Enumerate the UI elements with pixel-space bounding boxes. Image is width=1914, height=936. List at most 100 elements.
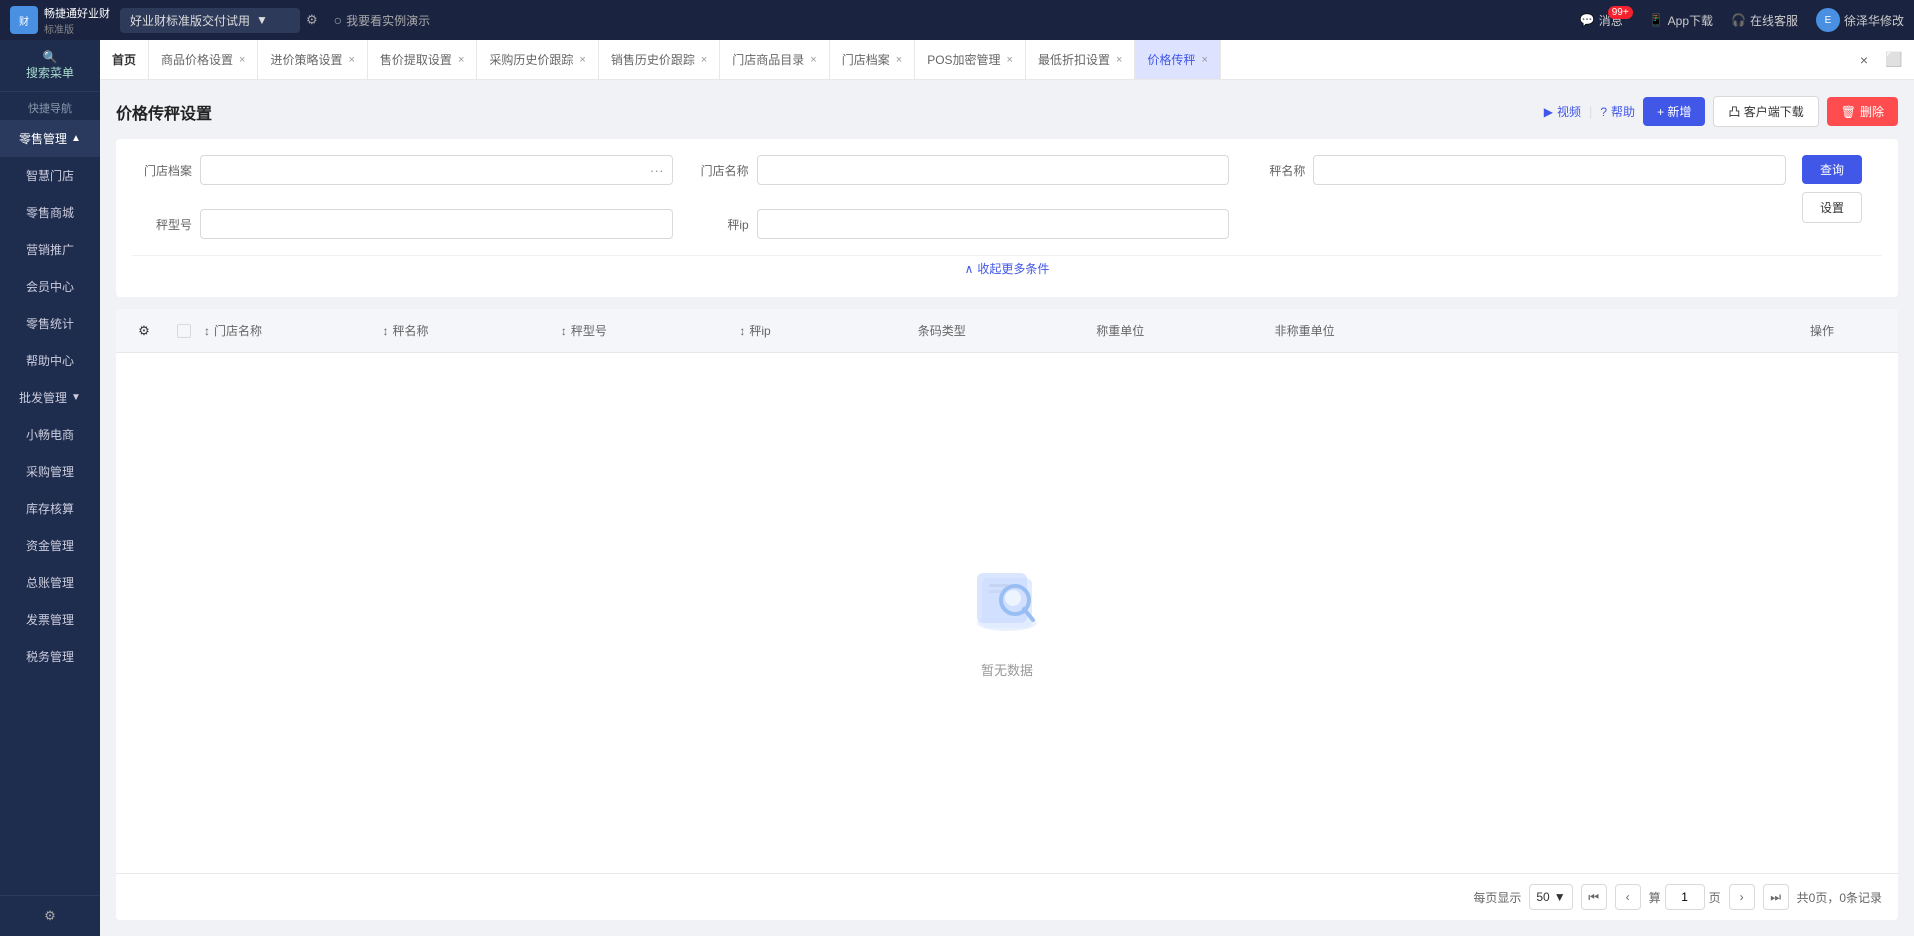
tab-home[interactable]: 首页	[100, 40, 149, 80]
sidebar-item-invoice[interactable]: 发票管理	[0, 601, 100, 638]
tab-price-scale[interactable]: 价格传秤 ×	[1135, 40, 1220, 80]
chevron-down-icon: ▼	[256, 13, 268, 27]
ellipsis-icon[interactable]: ···	[650, 162, 664, 178]
chevron-up-icon: ∧	[965, 262, 974, 276]
col-header-scale-model: ↕ 秤型号	[561, 322, 739, 339]
tab-close-price-scale[interactable]: ×	[1201, 54, 1207, 66]
page-size-select[interactable]: 50 ▼	[1529, 884, 1572, 910]
page-first-btn[interactable]: ⏮	[1581, 884, 1607, 910]
scale-model-label: 秤型号	[132, 216, 192, 233]
sidebar-item-smart-store[interactable]: 智慧门店	[0, 157, 100, 194]
tab-pos-mgmt[interactable]: POS加密管理 ×	[915, 40, 1026, 80]
page-label: 算	[1649, 889, 1661, 906]
video-link[interactable]: ▶ 视频	[1544, 103, 1581, 120]
tab-close-product-price[interactable]: ×	[239, 54, 245, 66]
tab-close-sale-price[interactable]: ×	[458, 54, 464, 66]
user-menu[interactable]: E 徐泽华修改	[1816, 8, 1904, 32]
delete-icon: 🗑	[1841, 105, 1856, 119]
col-header-non-weight-unit: 非称重单位	[1275, 322, 1810, 339]
scale-ip-input[interactable]	[757, 209, 1230, 239]
sidebar-item-marketing[interactable]: 营销推广	[0, 231, 100, 268]
data-table: ⚙ ↕ 门店名称 ↕ 秤名称 ↕	[116, 309, 1898, 920]
sidebar-item-xiao-chang[interactable]: 小畅电商	[0, 416, 100, 453]
tab-bar: 首页 商品价格设置 × 进价策略设置 × 售价提取设置 × 采购历史价跟踪 ×	[100, 40, 1914, 80]
sidebar-item-retail-mgmt[interactable]: 零售管理 ▲	[0, 120, 100, 157]
sidebar-item-wholesale[interactable]: 批发管理 ▼	[0, 379, 100, 416]
col-header-barcode-type: 条码类型	[918, 322, 1096, 339]
col-header-store-name: ↕ 门店名称	[204, 322, 382, 339]
form-item-scale-ip: 秤ip	[689, 209, 1230, 239]
avatar: E	[1816, 8, 1840, 32]
settings-gear-icon[interactable]: ⚙	[306, 12, 318, 28]
tab-close-purchase-history[interactable]: ×	[579, 54, 585, 66]
search-form: 门店档案 ··· 门店名称	[116, 139, 1898, 297]
store-profile-select[interactable]: ···	[200, 155, 673, 185]
tab-store-catalog[interactable]: 门店商品目录 ×	[720, 40, 829, 80]
tab-close-min-discount[interactable]: ×	[1116, 54, 1122, 66]
sidebar-item-purchase[interactable]: 采购管理	[0, 453, 100, 490]
logo-icon: 财	[10, 6, 38, 34]
form-item-scale-model: 秤型号	[132, 209, 673, 239]
table-select-all[interactable]	[164, 324, 204, 338]
download-button[interactable]: 凸 客户端下载	[1713, 96, 1818, 127]
table-settings-btn[interactable]: ⚙	[124, 323, 164, 339]
help-link[interactable]: ? 帮助	[1600, 103, 1635, 120]
tab-close-purchase-strategy[interactable]: ×	[348, 54, 354, 66]
add-button[interactable]: + 新增	[1643, 97, 1705, 126]
sidebar-item-help[interactable]: 帮助中心	[0, 342, 100, 379]
page-size-label: 每页显示	[1473, 889, 1521, 906]
tab-store-profile[interactable]: 门店档案 ×	[830, 40, 915, 80]
online-service-btn[interactable]: 🎧 在线客服	[1731, 12, 1798, 29]
page-next-btn[interactable]: ›	[1729, 884, 1755, 910]
select-all-checkbox[interactable]	[177, 324, 191, 338]
col-header-weight-unit: 称重单位	[1096, 322, 1274, 339]
sidebar-item-member[interactable]: 会员中心	[0, 268, 100, 305]
setting-button[interactable]: 设置	[1802, 192, 1862, 223]
store-name-input[interactable]	[757, 155, 1230, 185]
scale-name-label: 秤名称	[1245, 162, 1305, 179]
close-tab-btn[interactable]: ×	[1852, 48, 1876, 72]
col-header-operation: 操作	[1810, 322, 1890, 339]
sidebar-settings-btn[interactable]: ⚙	[0, 895, 100, 936]
sidebar-item-ledger[interactable]: 总账管理	[0, 564, 100, 601]
tab-sale-history[interactable]: 销售历史价跟踪 ×	[599, 40, 720, 80]
sidebar-item-inventory[interactable]: 库存核算	[0, 490, 100, 527]
tab-close-pos-mgmt[interactable]: ×	[1007, 54, 1013, 66]
scale-model-input[interactable]	[200, 209, 673, 239]
messages-btn[interactable]: 💬 消息 99+	[1580, 12, 1623, 29]
tab-close-store-catalog[interactable]: ×	[810, 54, 816, 66]
sidebar-item-retail-mall[interactable]: 零售商城	[0, 194, 100, 231]
version-select[interactable]: 好业财标准版交付试用 ▼	[120, 8, 300, 33]
page-header-actions: ▶ 视频 | ? 帮助 + 新增 凸 客户端下载	[1544, 96, 1898, 127]
search-menu-btn[interactable]: 🔍 搜索菜单	[0, 40, 100, 92]
page-prev-btn[interactable]: ‹	[1615, 884, 1641, 910]
tab-close-sale-history[interactable]: ×	[701, 54, 707, 66]
tab-close-store-profile[interactable]: ×	[896, 54, 902, 66]
message-icon: 💬	[1580, 13, 1595, 27]
pagination: 每页显示 50 ▼ ⏮ ‹ 算 页 › ⏭	[116, 873, 1898, 920]
sidebar-item-tax[interactable]: 税务管理	[0, 638, 100, 675]
top-bar: 财 畅捷通好业财 标准版 好业财标准版交付试用 ▼ ⚙ ○ 我要看实例演示 💬 …	[0, 0, 1914, 40]
tab-min-discount[interactable]: 最低折扣设置 ×	[1026, 40, 1135, 80]
chevron-down-icon: ▼	[1554, 890, 1566, 904]
app-download-btn[interactable]: 📱 App下载	[1649, 12, 1713, 29]
tab-product-price[interactable]: 商品价格设置 ×	[149, 40, 258, 80]
sidebar-item-retail-stats[interactable]: 零售统计	[0, 305, 100, 342]
tab-purchase-strategy[interactable]: 进价策略设置 ×	[258, 40, 367, 80]
eye-icon: ○	[334, 12, 342, 28]
page-last-btn[interactable]: ⏭	[1763, 884, 1789, 910]
collapse-btn[interactable]: ∧ 收起更多条件	[132, 255, 1882, 281]
sidebar-item-finance[interactable]: 资金管理	[0, 527, 100, 564]
query-button[interactable]: 查询	[1802, 155, 1862, 184]
headset-icon: 🎧	[1731, 13, 1746, 27]
tab-sale-price[interactable]: 售价提取设置 ×	[368, 40, 477, 80]
empty-state: 暂无数据	[116, 353, 1898, 873]
total-info: 共0页，0条记录	[1797, 889, 1882, 906]
quick-nav-label[interactable]: 快捷导航	[0, 92, 100, 120]
delete-button[interactable]: 🗑 删除	[1827, 97, 1898, 126]
tab-purchase-history[interactable]: 采购历史价跟踪 ×	[477, 40, 598, 80]
demo-link[interactable]: ○ 我要看实例演示	[334, 12, 430, 29]
maximize-tab-btn[interactable]: ⬜	[1882, 48, 1906, 72]
page-number-input[interactable]	[1665, 884, 1705, 910]
scale-name-input[interactable]	[1313, 155, 1786, 185]
